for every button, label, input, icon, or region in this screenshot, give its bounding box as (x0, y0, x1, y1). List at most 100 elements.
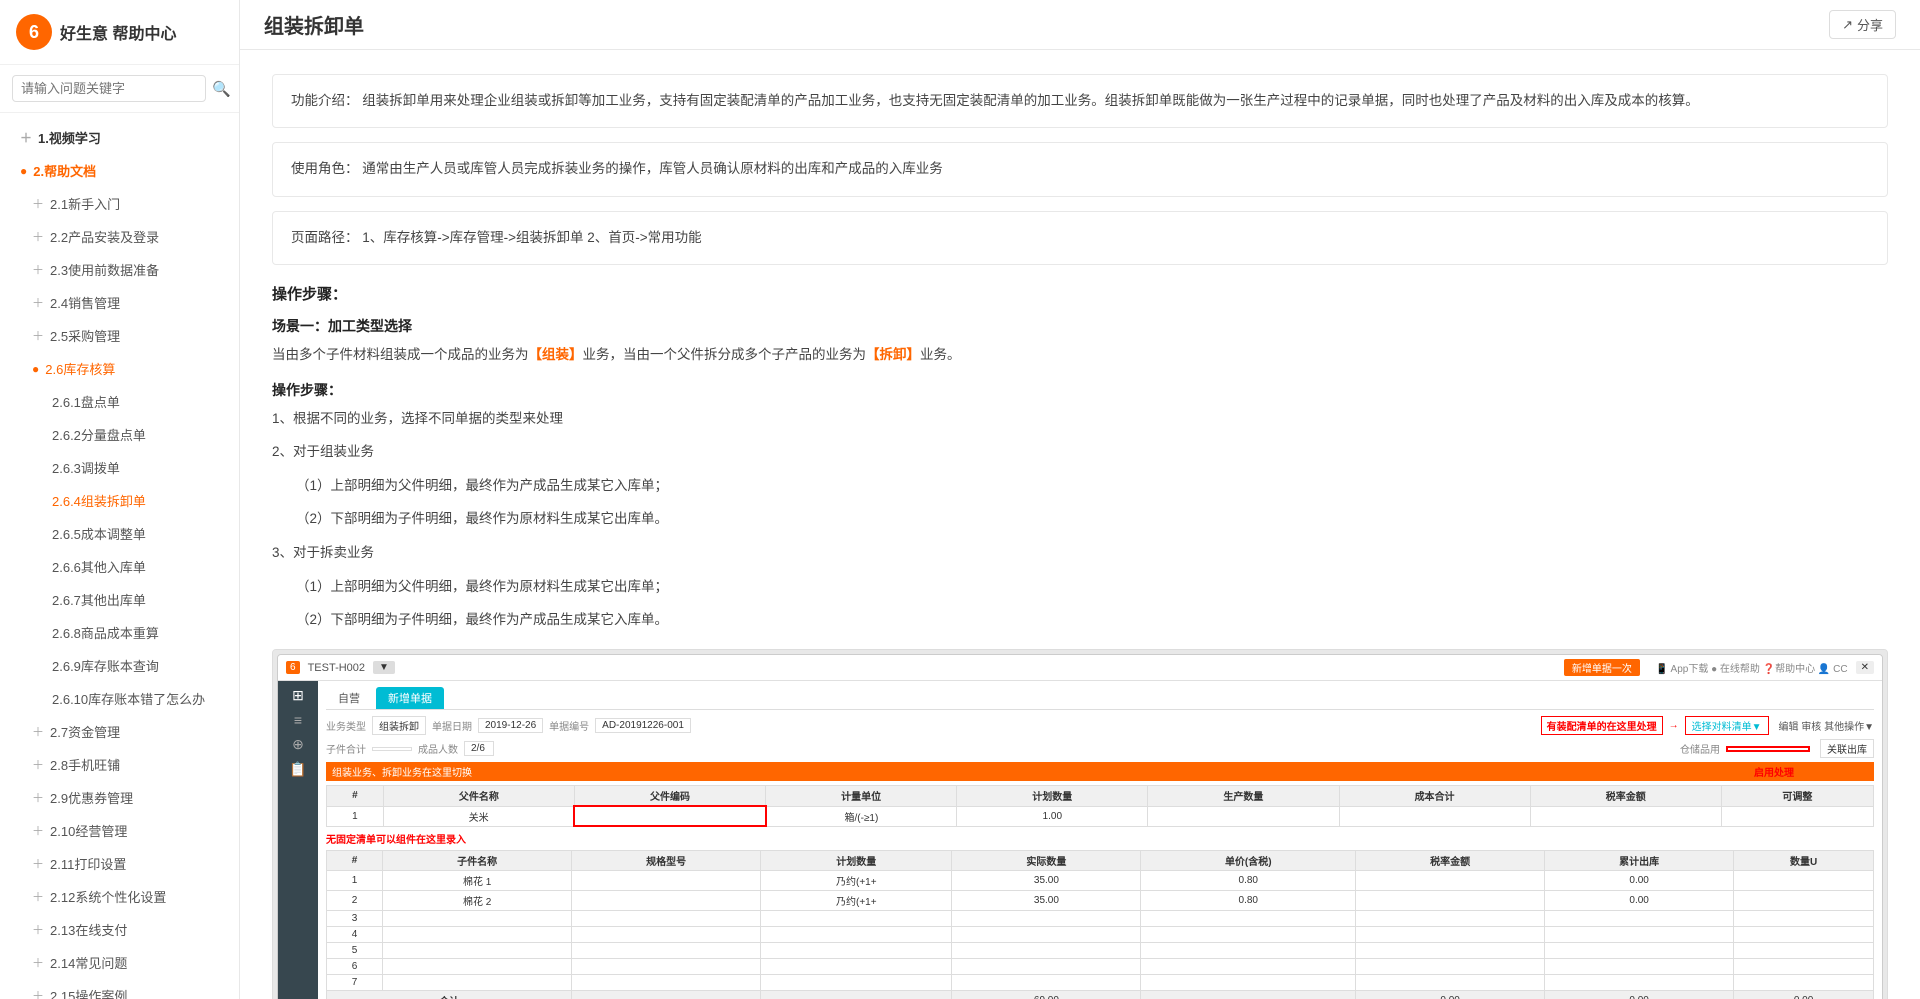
main-area: 组装拆卸单 ↗ 分享 功能介绍： 组装拆卸单用来处理企业组装或拆卸等加工业务，支… (240, 0, 1920, 999)
th-name: 子件名称 (383, 851, 572, 871)
sidebar-item-install[interactable]: ＋ 2.2产品安装及登录 (32, 220, 239, 253)
sidebar-item-label: 2.6.2分量盘点单 (52, 425, 146, 444)
section-label: 组装业务、拆卸业务在这里切换 (332, 768, 472, 779)
sidebar-item-stocktake[interactable]: 2.6.1盘点单 (52, 385, 239, 418)
mock-btn-select[interactable]: 选择对料清单▼ (1685, 716, 1769, 735)
table-row: 4 (327, 927, 1874, 943)
sidebar-item-inventory[interactable]: ● 2.6库存核算 (32, 352, 239, 385)
sidebar-item-assembly[interactable]: 2.6.4组装拆卸单 (52, 484, 239, 517)
sidebar-item-cases[interactable]: ＋ 2.15操作案例 (32, 979, 239, 999)
form-select-btn[interactable]: 关联出库 (1820, 739, 1874, 758)
th-name: 父件名称 (383, 786, 574, 807)
sidebar-item-faq[interactable]: ＋ 2.14常见问题 (32, 946, 239, 979)
td-tax (1530, 806, 1721, 826)
footer-tax: 0.00 (1545, 991, 1734, 999)
plus-icon: ＋ (32, 327, 44, 344)
sidebar-item-operation[interactable]: ＋ 2.10经营管理 (32, 814, 239, 847)
mock-logo: 6 (286, 661, 300, 674)
sidebar-item-docs[interactable]: ● 2.帮助文档 (0, 154, 239, 187)
sidebar-item-other-in[interactable]: 2.6.6其他入库单 (52, 550, 239, 583)
mock-close[interactable]: ✕ (1856, 661, 1874, 674)
td-tax (1356, 891, 1545, 911)
nav-tree: ＋ 1.视频学习 ● 2.帮助文档 ＋ 2.1新手入门 ＋ 2.2产品安装及登录… (0, 113, 239, 999)
table-row: 7 (327, 975, 1874, 991)
td-actual: 35.00 (952, 871, 1141, 891)
td-plan: 乃约(+1+ (761, 891, 952, 911)
mock-top-table: # 父件名称 父件编码 计量单位 计划数量 生产数量 成本合计 税率金额 (326, 785, 1874, 827)
share-button[interactable]: ↗ 分享 (1829, 10, 1896, 39)
search-icon[interactable]: 🔍 (212, 80, 231, 98)
search-input[interactable] (12, 75, 206, 102)
td-name: 棉花 1 (383, 871, 572, 891)
table-header-row: # 子件名称 规格型号 计划数量 实际数量 单价(含税) 税率金额 累计出库 (327, 851, 1874, 871)
step2: 2、对于组装业务 (272, 439, 1888, 465)
form-date-label: 单据日期 (432, 718, 472, 733)
sidebar-item-goods-cost[interactable]: 2.6.8商品成本重算 (52, 616, 239, 649)
sidebar-item-custom[interactable]: ＋ 2.12系统个性化设置 (32, 880, 239, 913)
sidebar-item-label: 2.9优惠券管理 (50, 788, 133, 807)
sidebar-item-label: 2.6.6其他入库单 (52, 557, 146, 576)
footer-cost: 0.00 (1356, 991, 1545, 999)
func-intro-text: 组装拆卸单用来处理企业组装或拆卸等加工业务，支持有固定装配清单的产品加工业务，也… (362, 93, 1699, 108)
sidebar-item-label: 2.4销售管理 (50, 293, 120, 312)
sidebar-item-newbie[interactable]: ＋ 2.1新手入门 (32, 187, 239, 220)
mock-tab-new[interactable]: 新增单据 (376, 687, 444, 709)
role-text: 通常由生产人员或库管人员完成拆装业务的操作，库管人员确认原材料的出库和产成品的入… (362, 161, 943, 176)
sidebar-item-mobile[interactable]: ＋ 2.8手机旺铺 (32, 748, 239, 781)
sidebar-item-cost-adjust[interactable]: 2.6.5成本调整单 (52, 517, 239, 550)
sidebar-item-dataprep[interactable]: ＋ 2.3使用前数据准备 (32, 253, 239, 286)
th-cost: 成本合计 (1339, 786, 1530, 807)
ops-steps-title: 操作步骤： (272, 380, 1888, 400)
icon2: ≡ (294, 712, 302, 728)
plus-icon: ＋ (32, 954, 44, 971)
sidebar-item-print[interactable]: ＋ 2.11打印设置 (32, 847, 239, 880)
top-bar: 组装拆卸单 ↗ 分享 (240, 0, 1920, 50)
th-adj: 可调整 (1721, 786, 1873, 807)
expand-icon: ＋ (20, 129, 32, 146)
sidebar-item-label: 2.3使用前数据准备 (50, 260, 159, 279)
mock-action-btns: 编辑 审核 其他操作▼ (1779, 718, 1874, 733)
td-num: 1 (327, 806, 384, 826)
path-block: 页面路径： 1、库存核算->库存管理->组装拆卸单 2、首页->常用功能 (272, 211, 1888, 265)
table-row: 1 棉花 1 乃约(+1+ 35.00 0.80 0.00 (327, 871, 1874, 891)
sidebar-item-finance[interactable]: ＋ 2.7资金管理 (32, 715, 239, 748)
form-count-value (372, 747, 412, 751)
form-type-value: 组装拆卸 (372, 716, 426, 735)
sidebar-item-coupon[interactable]: ＋ 2.9优惠券管理 (32, 781, 239, 814)
sidebar-item-adjust[interactable]: 2.6.3调拨单 (52, 451, 239, 484)
path-text: 1、库存核算->库存管理->组装拆卸单 2、首页->常用功能 (362, 230, 701, 245)
sidebar-item-account-error[interactable]: 2.6.10库存账本错了怎么办 (52, 682, 239, 715)
form-per-value: 2/6 (464, 741, 494, 756)
mock-section-header: 组装业务、拆卸业务在这里切换 启用处理 (326, 762, 1874, 781)
sidebar-item-sales[interactable]: ＋ 2.4销售管理 (32, 286, 239, 319)
mock-tabs: 自营 新增单据 (326, 687, 1874, 710)
sidebar-item-stock-ledger[interactable]: 2.6.9库存账本查询 (52, 649, 239, 682)
plus-icon: ＋ (32, 987, 44, 999)
mock-tab-ziy[interactable]: 自营 (326, 687, 372, 709)
search-box[interactable]: 🔍 (0, 65, 239, 113)
td-tax (1356, 871, 1545, 891)
sidebar-item-purchase[interactable]: ＋ 2.5采购管理 (32, 319, 239, 352)
sidebar-item-partial-stocktake[interactable]: 2.6.2分量盘点单 (52, 418, 239, 451)
th-num: # (327, 786, 384, 807)
step3: 3、对于拆卖业务 (272, 540, 1888, 566)
sidebar-item-other-out[interactable]: 2.6.7其他出库单 (52, 583, 239, 616)
scene-one-title: 场景一：加工类型选择 (272, 316, 1888, 336)
td-qtyu (1734, 891, 1874, 911)
sidebar: 6 好生意 帮助中心 🔍 ＋ 1.视频学习 ● 2.帮助文档 ＋ 2.1新手入门… (0, 0, 240, 999)
plus-icon: ＋ (32, 195, 44, 212)
plus-icon: ＋ (32, 294, 44, 311)
form-wh-label: 仓储品用 (1680, 741, 1720, 756)
td-name: 棉花 2 (383, 891, 572, 911)
sidebar-item-label: 1.视频学习 (38, 128, 101, 147)
mock-main-content: 自营 新增单据 业务类型 组装拆卸 单据日期 2019-12-26 (318, 681, 1882, 999)
table-row: 1 关米 箱/(-≥1) 1.00 (327, 806, 1874, 826)
plus-icon: ＋ (32, 723, 44, 740)
form-type-label: 业务类型 (326, 718, 366, 733)
step1: 1、根据不同的业务，选择不同单据的类型来处理 (272, 406, 1888, 432)
annotation-no-bom: 无固定清单可以组件在这里录入 (326, 831, 1874, 846)
sidebar-item-video[interactable]: ＋ 1.视频学习 (0, 121, 239, 154)
sidebar-item-label: 2.帮助文档 (33, 161, 96, 180)
sidebar-item-label: 2.2产品安装及登录 (50, 227, 159, 246)
sidebar-item-online-pay[interactable]: ＋ 2.13在线支付 (32, 913, 239, 946)
